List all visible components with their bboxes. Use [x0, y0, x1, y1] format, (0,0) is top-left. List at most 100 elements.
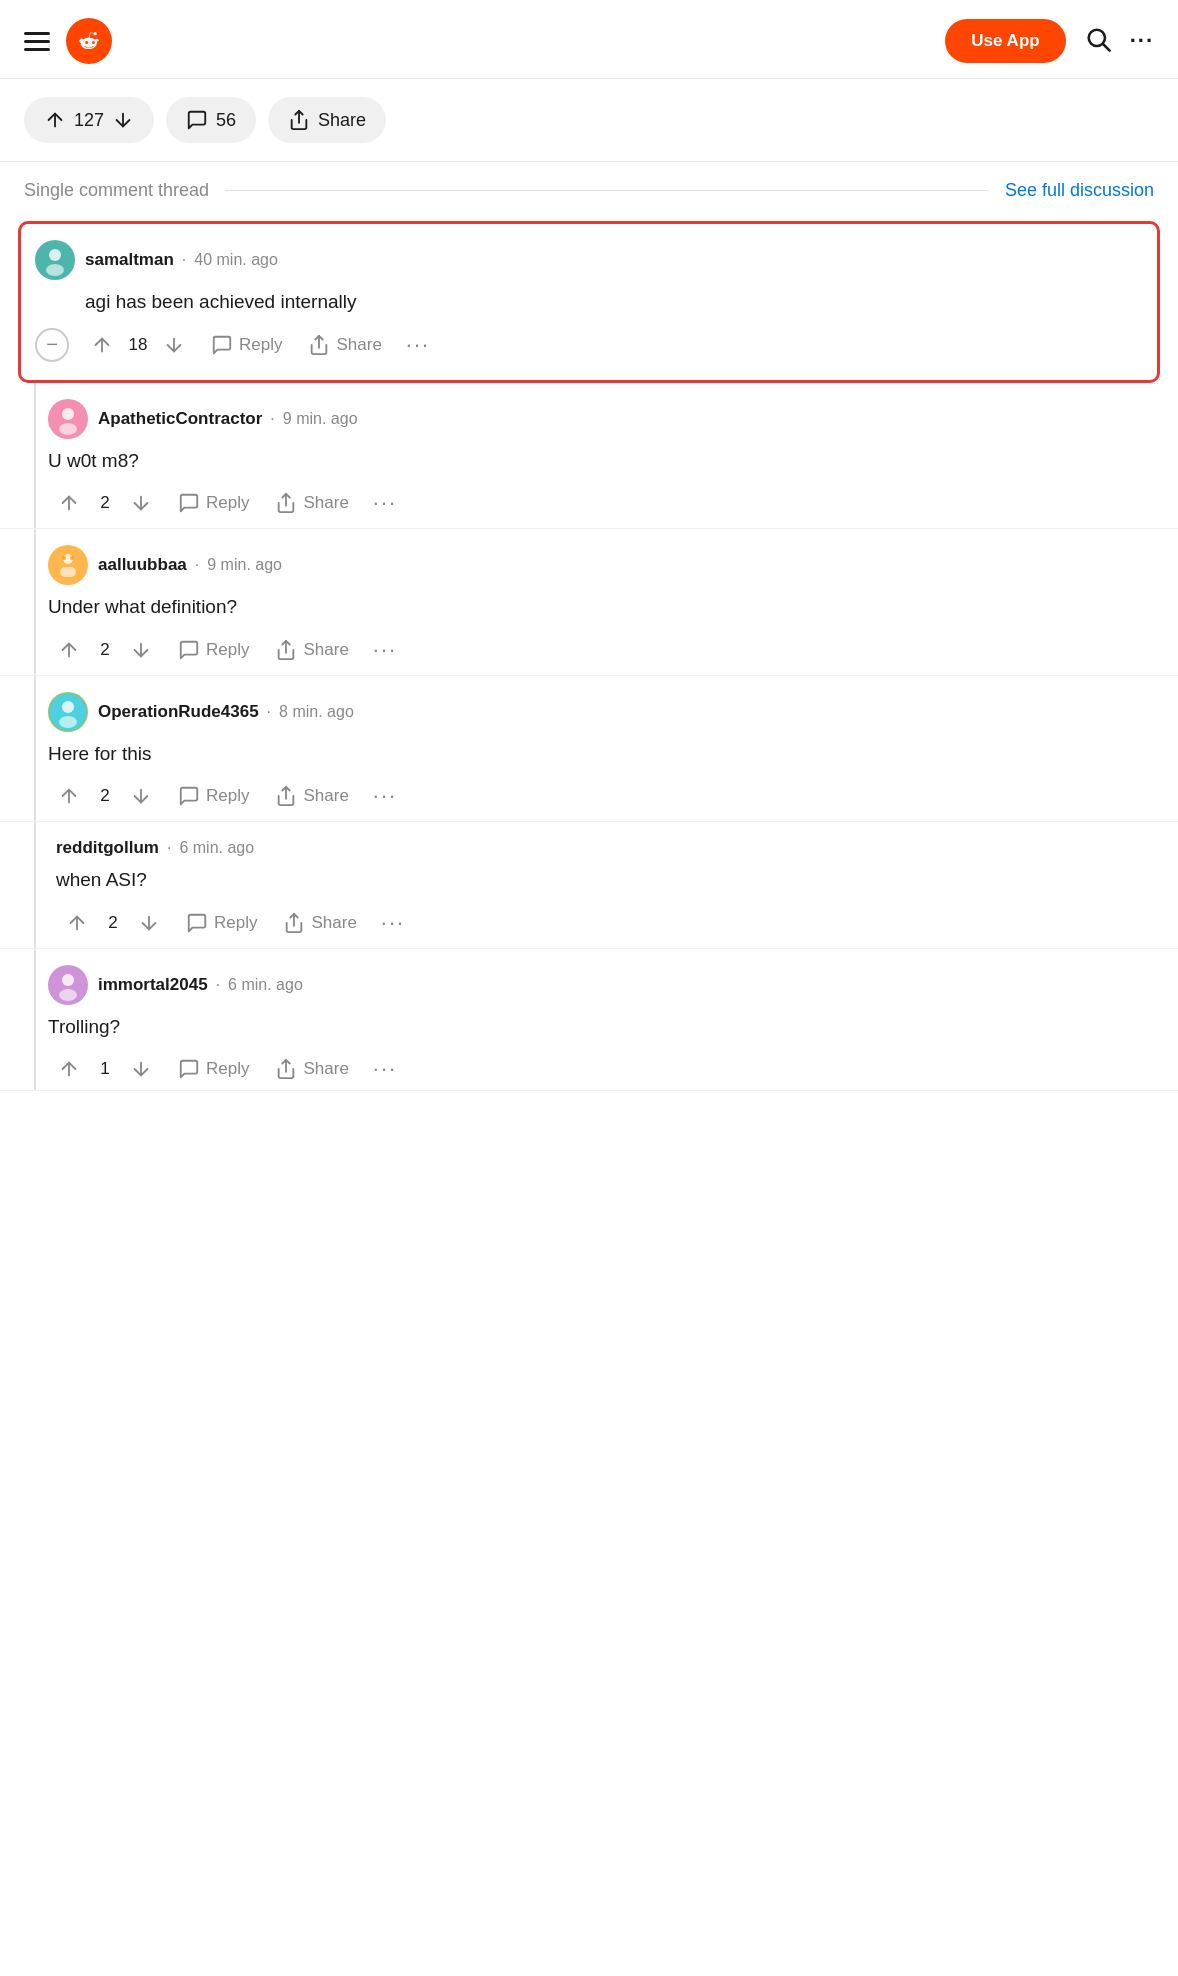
share-button-apathetic[interactable]: Share [265, 486, 358, 520]
share-button-aalluubbaa[interactable]: Share [265, 633, 358, 667]
svg-point-6 [46, 264, 64, 276]
more-button-apathetic[interactable]: ··· [365, 486, 405, 520]
comment-header-operationrude: OperationRude4365 · 8 min. ago [48, 692, 1160, 732]
more-button-redditgollum[interactable]: ··· [373, 906, 413, 940]
avatar-aalluubbaa [48, 545, 88, 585]
share-label-redditgollum: Share [311, 913, 356, 933]
collapse-button-samaltman[interactable]: − [35, 328, 69, 362]
vote-section-aalluubbaa: 2 [48, 633, 162, 667]
nav-right: Use App ··· [945, 19, 1154, 63]
comment-apathetic: ApatheticContractor · 9 min. ago U w0t m… [0, 383, 1178, 530]
upvote-icon-apathetic [58, 492, 80, 514]
share-icon [288, 109, 310, 131]
downvote-icon-aalluubbaa [130, 639, 152, 661]
action-bar: 127 56 Share [0, 79, 1178, 162]
vote-count-apathetic: 2 [94, 493, 116, 513]
reply-label-aalluubbaa: Reply [206, 640, 249, 660]
more-button-samaltman[interactable]: ··· [398, 328, 438, 362]
comment-actions-immortal2045: 1 Reply Share [48, 1052, 1160, 1086]
search-icon[interactable] [1084, 25, 1112, 57]
comments-area: samaltman · 40 min. ago agi has been ach… [0, 221, 1178, 1121]
upvote-button-operationrude[interactable] [48, 779, 90, 813]
use-app-button[interactable]: Use App [945, 19, 1065, 63]
comment-header-apathetic: ApatheticContractor · 9 min. ago [48, 399, 1160, 439]
comment-meta-operationrude: OperationRude4365 · 8 min. ago [98, 702, 354, 722]
svg-point-20 [59, 716, 77, 728]
vote-count-operationrude: 2 [94, 786, 116, 806]
upvote-button-aalluubbaa[interactable] [48, 633, 90, 667]
comment-meta-aalluubbaa: aalluubbaa · 9 min. ago [98, 555, 282, 575]
vote-section-redditgollum: 2 [56, 906, 170, 940]
downvote-button-samaltman[interactable] [153, 328, 195, 362]
more-options-icon[interactable]: ··· [1130, 28, 1154, 54]
thread-banner: Single comment thread See full discussio… [0, 162, 1178, 211]
share-button-operationrude[interactable]: Share [265, 779, 358, 813]
comment-time-apathetic: 9 min. ago [283, 410, 358, 428]
reply-icon-immortal2045 [178, 1058, 200, 1080]
username-operationrude: OperationRude4365 [98, 702, 259, 722]
downvote-button-redditgollum[interactable] [128, 906, 170, 940]
comment-time-aalluubbaa: 9 min. ago [207, 556, 282, 574]
upvote-button-samaltman[interactable] [81, 328, 123, 362]
comment-body-apathetic: U w0t m8? [48, 447, 1160, 475]
hamburger-menu-icon[interactable] [24, 32, 50, 51]
more-button-aalluubbaa[interactable]: ··· [365, 633, 405, 667]
share-icon-immortal2045 [275, 1058, 297, 1080]
downvote-button-operationrude[interactable] [120, 779, 162, 813]
vote-section-samaltman: 18 [81, 328, 195, 362]
reply-icon-apathetic [178, 492, 200, 514]
share-button-redditgollum[interactable]: Share [273, 906, 366, 940]
comment-meta-samaltman: samaltman · 40 min. ago [85, 250, 278, 270]
reply-label-apathetic: Reply [206, 493, 249, 513]
comment-actions-redditgollum: 2 Reply Share [56, 906, 1160, 940]
comment-body-immortal2045: Trolling? [48, 1013, 1160, 1041]
reply-button-immortal2045[interactable]: Reply [168, 1052, 259, 1086]
reply-button-samaltman[interactable]: Reply [201, 328, 292, 362]
reply-button-operationrude[interactable]: Reply [168, 779, 259, 813]
reply-button-aalluubbaa[interactable]: Reply [168, 633, 259, 667]
reply-button-apathetic[interactable]: Reply [168, 486, 259, 520]
svg-point-10 [59, 423, 77, 435]
comment-meta-redditgollum: redditgollum · 6 min. ago [56, 838, 254, 858]
upvote-icon-redditgollum [66, 912, 88, 934]
comment-redditgollum: redditgollum · 6 min. ago when ASI? 2 [0, 822, 1178, 949]
vote-count-aalluubbaa: 2 [94, 640, 116, 660]
upvote-button-apathetic[interactable] [48, 486, 90, 520]
upvote-button-immortal2045[interactable] [48, 1052, 90, 1086]
more-button-immortal2045[interactable]: ··· [365, 1052, 405, 1086]
share-label-aalluubbaa: Share [303, 640, 348, 660]
comments-pill[interactable]: 56 [166, 97, 256, 143]
svg-point-5 [49, 249, 61, 261]
comment-actions-aalluubbaa: 2 Reply Share [48, 633, 1160, 667]
downvote-button-immortal2045[interactable] [120, 1052, 162, 1086]
vote-pill[interactable]: 127 [24, 97, 154, 143]
comment-time-operationrude: 8 min. ago [279, 703, 354, 721]
indent-line-operationrude [34, 676, 36, 822]
reply-label-redditgollum: Reply [214, 913, 257, 933]
see-full-discussion-link[interactable]: See full discussion [1005, 180, 1154, 201]
comment-header-samaltman: samaltman · 40 min. ago [35, 240, 1143, 280]
reddit-logo[interactable] [66, 18, 112, 64]
downvote-button-aalluubbaa[interactable] [120, 633, 162, 667]
reply-label-immortal2045: Reply [206, 1059, 249, 1079]
downvote-button-apathetic[interactable] [120, 486, 162, 520]
upvote-button-redditgollum[interactable] [56, 906, 98, 940]
downvote-icon-immortal2045 [130, 1058, 152, 1080]
vote-count-redditgollum: 2 [102, 913, 124, 933]
indent-line-redditgollum [34, 822, 36, 948]
comment-immortal2045: immortal2045 · 6 min. ago Trolling? 1 [0, 949, 1178, 1092]
reply-icon-redditgollum [186, 912, 208, 934]
share-button-immortal2045[interactable]: Share [265, 1052, 358, 1086]
comment-time-samaltman: 40 min. ago [194, 251, 278, 269]
username-samaltman: samaltman [85, 250, 174, 270]
share-pill[interactable]: Share [268, 97, 386, 143]
comment-header-redditgollum: redditgollum · 6 min. ago [56, 838, 1160, 858]
comment-highlighted: samaltman · 40 min. ago agi has been ach… [18, 221, 1160, 383]
avatar-samaltman [35, 240, 75, 280]
share-button-samaltman[interactable]: Share [298, 328, 391, 362]
vote-count: 127 [74, 110, 104, 131]
more-button-operationrude[interactable]: ··· [365, 779, 405, 813]
reply-icon-aalluubbaa [178, 639, 200, 661]
reply-icon-operationrude [178, 785, 200, 807]
reply-button-redditgollum[interactable]: Reply [176, 906, 267, 940]
